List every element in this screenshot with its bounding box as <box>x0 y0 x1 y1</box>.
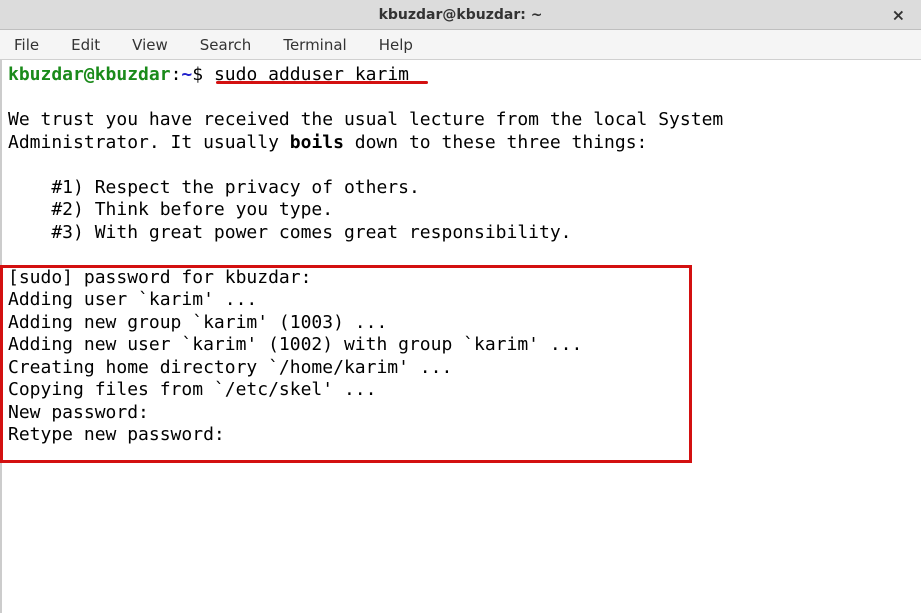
prompt-colon: : <box>171 64 182 85</box>
close-icon[interactable]: × <box>886 5 911 24</box>
titlebar: kbuzdar@kbuzdar: ~ × <box>0 0 921 30</box>
window-title: kbuzdar@kbuzdar: ~ <box>0 7 921 23</box>
menu-search[interactable]: Search <box>196 34 256 56</box>
lecture-line2b: boils <box>290 132 344 153</box>
output-line6: Copying files from `/etc/skel' ... <box>8 379 376 400</box>
menu-terminal[interactable]: Terminal <box>279 34 350 56</box>
prompt-user-host: kbuzdar@kbuzdar <box>8 64 171 85</box>
output-line4: Adding new user `karim' (1002) with grou… <box>8 334 582 355</box>
menu-file[interactable]: File <box>10 34 43 56</box>
command-underline-annotation <box>216 81 428 84</box>
menubar: File Edit View Search Terminal Help <box>0 30 921 60</box>
lecture-line2a: Administrator. It usually <box>8 132 290 153</box>
output-line7: New password: <box>8 402 149 423</box>
menu-edit[interactable]: Edit <box>67 34 104 56</box>
terminal-output[interactable]: kbuzdar@kbuzdar:~$ sudo adduser karim We… <box>0 60 921 613</box>
lecture-rule3: #3) With great power comes great respons… <box>8 222 572 243</box>
output-line3: Adding new group `karim' (1003) ... <box>8 312 387 333</box>
prompt-path: ~ <box>181 64 192 85</box>
output-line1: [sudo] password for kbuzdar: <box>8 267 311 288</box>
lecture-rule1: #1) Respect the privacy of others. <box>8 177 420 198</box>
output-line8: Retype new password: <box>8 424 225 445</box>
menu-help[interactable]: Help <box>375 34 417 56</box>
output-line2: Adding user `karim' ... <box>8 289 257 310</box>
output-line5: Creating home directory `/home/karim' ..… <box>8 357 452 378</box>
lecture-line1: We trust you have received the usual lec… <box>8 109 723 130</box>
prompt-symbol: $ <box>192 64 214 85</box>
menu-view[interactable]: View <box>128 34 172 56</box>
lecture-rule2: #2) Think before you type. <box>8 199 333 220</box>
terminal-window: kbuzdar@kbuzdar: ~ × File Edit View Sear… <box>0 0 921 613</box>
lecture-line2c: down to these three things: <box>344 132 647 153</box>
